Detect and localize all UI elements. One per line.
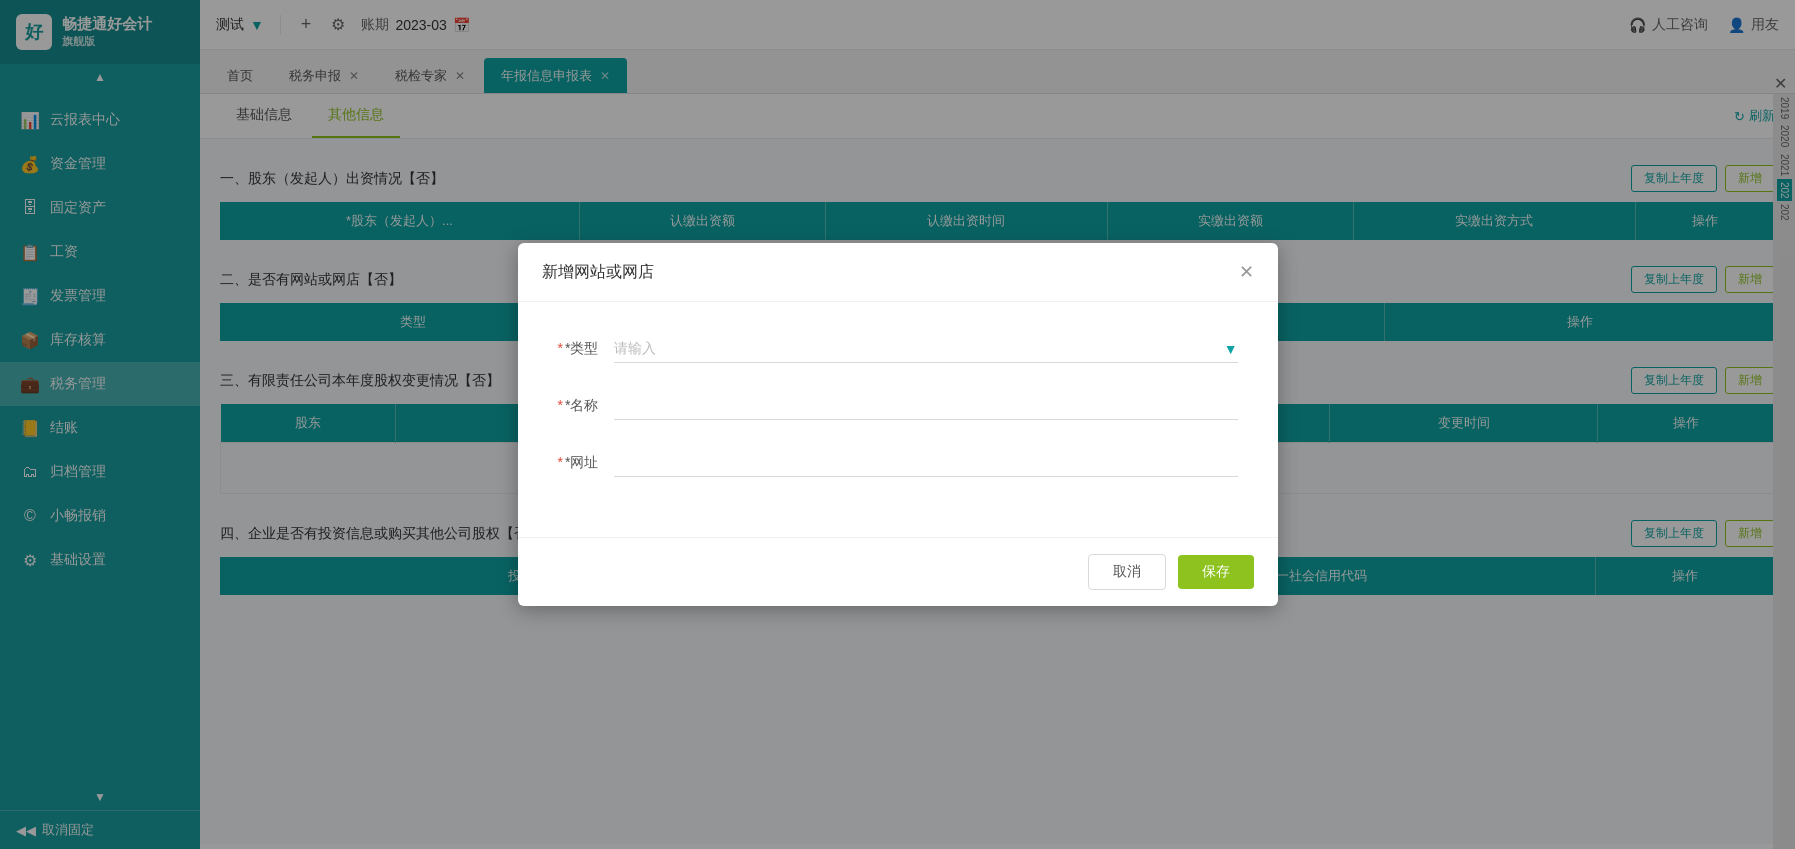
url-label-text: *网址 bbox=[565, 454, 598, 470]
modal-add-website: 新增网站或网店 ✕ **类型 ▼ **名称 bbox=[518, 243, 1278, 606]
required-marker: * bbox=[558, 454, 563, 470]
url-input-wrap bbox=[614, 448, 1237, 477]
type-label-text: *类型 bbox=[565, 340, 598, 356]
modal-header: 新增网站或网店 ✕ bbox=[518, 243, 1278, 302]
required-marker: * bbox=[558, 397, 563, 413]
type-label: **类型 bbox=[558, 340, 599, 358]
name-label: **名称 bbox=[558, 397, 599, 415]
modal-title: 新增网站或网店 bbox=[542, 262, 654, 283]
url-label: **网址 bbox=[558, 454, 599, 472]
name-input[interactable] bbox=[614, 391, 1237, 420]
url-input[interactable] bbox=[614, 448, 1237, 477]
type-input-wrap: ▼ bbox=[614, 334, 1237, 363]
required-marker: * bbox=[558, 340, 563, 356]
modal-close-button[interactable]: ✕ bbox=[1239, 261, 1254, 283]
modal-body: **类型 ▼ **名称 **网址 bbox=[518, 302, 1278, 537]
form-row-type: **类型 ▼ bbox=[558, 334, 1238, 363]
type-input[interactable] bbox=[614, 334, 1237, 363]
form-row-url: **网址 bbox=[558, 448, 1238, 477]
type-chevron-icon[interactable]: ▼ bbox=[1224, 341, 1238, 357]
cancel-button[interactable]: 取消 bbox=[1088, 554, 1166, 590]
save-button[interactable]: 保存 bbox=[1178, 555, 1254, 589]
name-input-wrap bbox=[614, 391, 1237, 420]
modal-footer: 取消 保存 bbox=[518, 537, 1278, 606]
modal-overlay: 新增网站或网店 ✕ **类型 ▼ **名称 bbox=[0, 0, 1795, 849]
name-label-text: *名称 bbox=[565, 397, 598, 413]
form-row-name: **名称 bbox=[558, 391, 1238, 420]
